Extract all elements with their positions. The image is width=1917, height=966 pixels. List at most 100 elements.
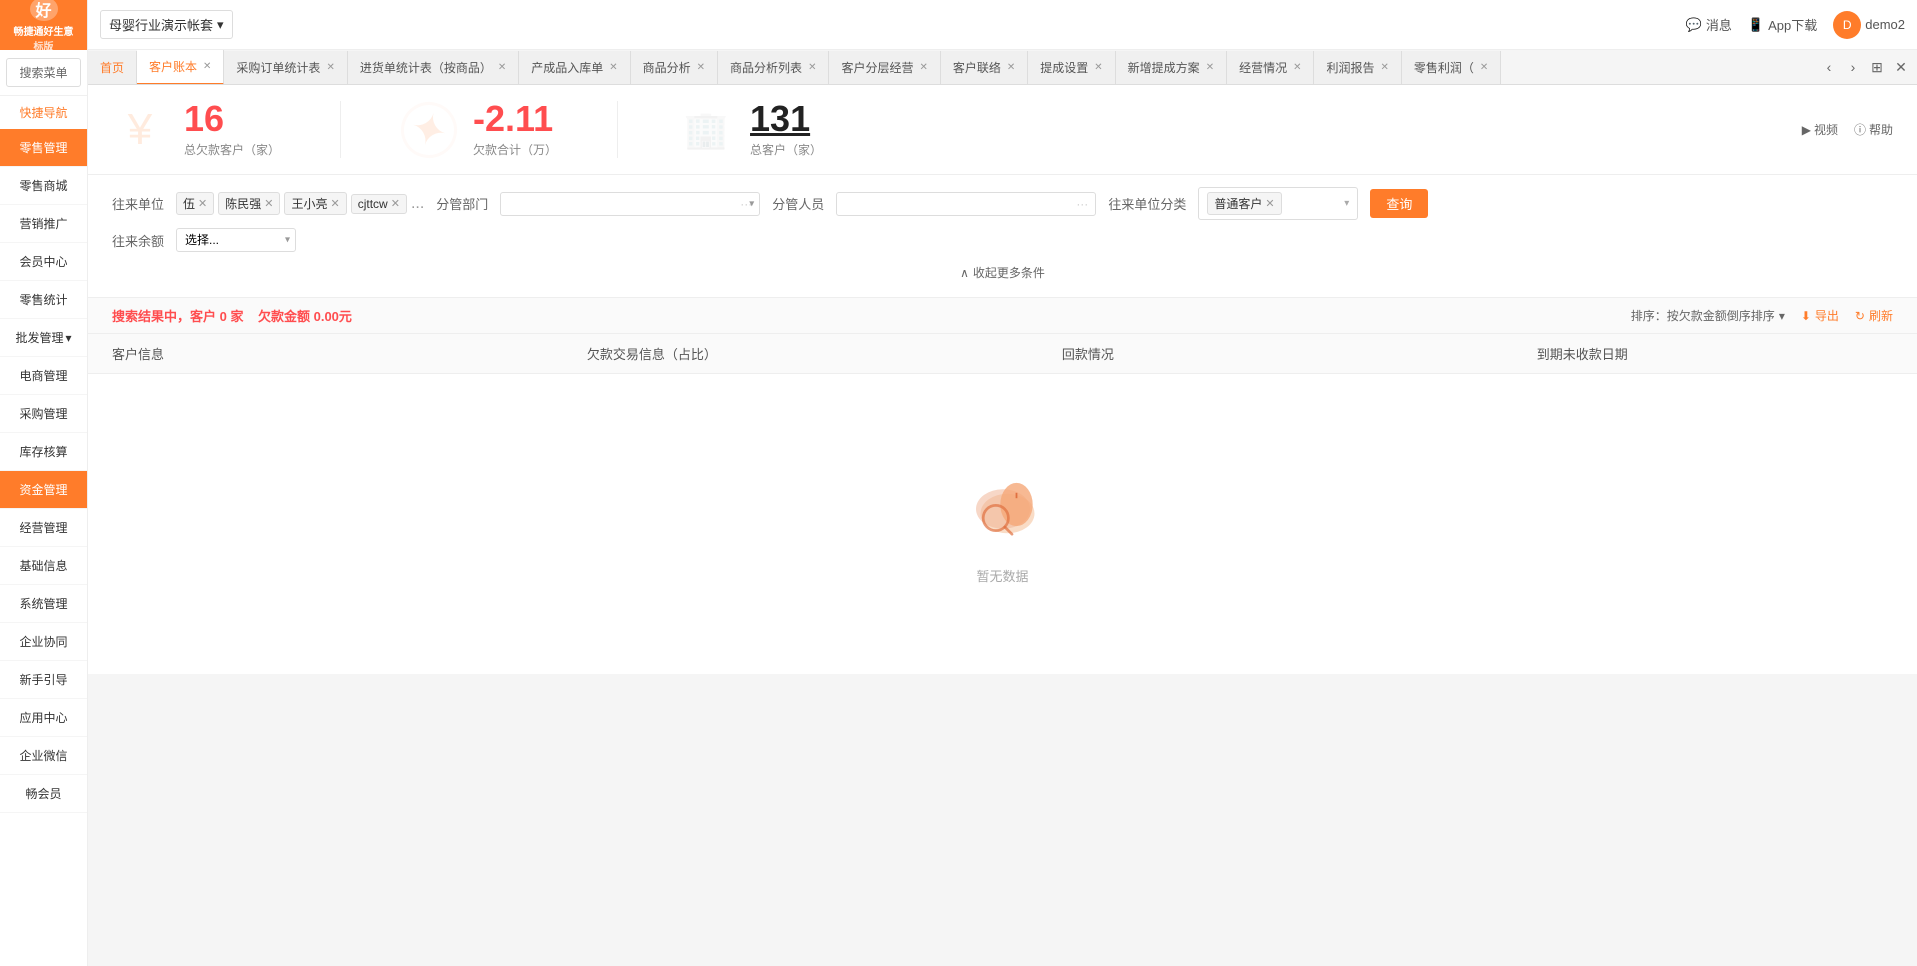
filter-tag-remove-2[interactable]: ✕	[331, 197, 340, 210]
tab-scroll-right-button[interactable]: ›	[1843, 57, 1863, 77]
tab-promo-settings[interactable]: 提成设置 ✕	[1028, 51, 1115, 84]
tab-scroll-left-button[interactable]: ‹	[1819, 57, 1839, 77]
sidebar-item-retail-stats[interactable]: 零售统计	[0, 281, 87, 319]
workspace-selector[interactable]: 母婴行业演示帐套 ▾	[100, 10, 233, 39]
collapse-label: 收起更多条件	[973, 264, 1045, 281]
tab-home[interactable]: 首页	[88, 51, 137, 84]
tab-close-icon[interactable]: ✕	[1206, 62, 1214, 73]
export-button[interactable]: ⬇ 导出	[1801, 307, 1839, 324]
tab-expand-button[interactable]: ⊞	[1867, 57, 1887, 77]
filter-dept-input[interactable]	[500, 192, 760, 216]
tab-close-icon[interactable]: ✕	[1007, 62, 1015, 73]
filter-category-tag-remove[interactable]: ✕	[1265, 197, 1274, 210]
sidebar-item-operations[interactable]: 经营管理	[0, 509, 87, 547]
results-count: 0	[220, 309, 227, 324]
stat-clients-values: 131 总客户（家）	[750, 101, 822, 158]
filter-tag-unit-1: 陈民强 ✕	[218, 192, 280, 215]
stat-total-clients: 🏢 131 总客户（家）	[678, 101, 822, 158]
tab-customer-contact[interactable]: 客户联络 ✕	[941, 51, 1028, 84]
sidebar-item-retail-mall[interactable]: 零售商城	[0, 167, 87, 205]
tab-new-promo-plan-label: 新增提成方案	[1128, 59, 1200, 76]
filter-tag-unit-3: cjttcw ✕	[351, 194, 407, 214]
filter-category-chevron: ▾	[1344, 198, 1349, 209]
tab-close-icon[interactable]: ✕	[203, 61, 211, 72]
logo-icon: 好	[30, 0, 58, 21]
stat-debt-label: 欠款合计（万）	[473, 141, 557, 158]
filter-tag-remove-0[interactable]: ✕	[198, 197, 207, 210]
tab-customer-segment[interactable]: 客户分层经营 ✕	[829, 51, 940, 84]
filter-tag-remove-3[interactable]: ✕	[391, 197, 400, 210]
results-info: 搜索结果中，客户 0 家 欠款金额 0.00元	[112, 306, 352, 325]
filter-balance-select[interactable]: 选择...	[176, 228, 296, 252]
tab-retail-profit-label: 零售利润（	[1414, 59, 1474, 76]
sidebar-item-vip-member[interactable]: 畅会员	[0, 775, 87, 813]
tab-close-icon[interactable]: ✕	[697, 62, 705, 73]
tab-business-status[interactable]: 经营情况 ✕	[1227, 51, 1314, 84]
app-download-label: App下载	[1768, 15, 1817, 34]
download-icon: 📱	[1748, 17, 1764, 33]
sidebar-item-newbie-guide[interactable]: 新手引导	[0, 661, 87, 699]
filter-more-tags-button[interactable]: ...	[411, 195, 424, 213]
data-table: 客户信息 欠款交易信息（占比） 回款情况 到期未收款日期	[88, 334, 1917, 674]
sidebar-item-system[interactable]: 系统管理	[0, 585, 87, 623]
tab-instock-stats-label: 进货单统计表（按商品）	[360, 59, 492, 76]
sidebar-item-enterprise-coop[interactable]: 企业协同	[0, 623, 87, 661]
query-button[interactable]: 查询	[1370, 189, 1428, 218]
tab-close-all-button[interactable]: ✕	[1891, 57, 1911, 77]
tab-close-icon[interactable]: ✕	[1293, 62, 1301, 73]
filter-tag-remove-1[interactable]: ✕	[264, 197, 273, 210]
sidebar-item-ecommerce[interactable]: 电商管理	[0, 357, 87, 395]
results-unit: 家	[231, 309, 244, 324]
refresh-button[interactable]: ↻ 刷新	[1855, 307, 1893, 324]
sidebar-item-app-center[interactable]: 应用中心	[0, 699, 87, 737]
tab-close-icon[interactable]: ✕	[1381, 62, 1389, 73]
tab-close-icon[interactable]: ✕	[326, 62, 334, 73]
results-prefix: 搜索结果中，客户	[112, 309, 216, 324]
video-button[interactable]: ▶ 视频	[1802, 121, 1838, 138]
help-button[interactable]: ⓘ 帮助	[1854, 121, 1893, 138]
tab-profit-report[interactable]: 利润报告 ✕	[1314, 51, 1401, 84]
user-profile[interactable]: D demo2	[1833, 11, 1905, 39]
tab-product-analysis-list[interactable]: 商品分析列表 ✕	[718, 51, 829, 84]
filter-unit-tags: 伍 ✕ 陈民强 ✕ 王小亮 ✕ cjttcw ✕ ...	[176, 192, 424, 215]
sidebar-item-inventory[interactable]: 库存核算	[0, 433, 87, 471]
sidebar-item-wholesale[interactable]: 批发管理 ▾	[0, 319, 87, 357]
tab-close-icon[interactable]: ✕	[808, 62, 816, 73]
sidebar-item-purchase[interactable]: 采购管理	[0, 395, 87, 433]
empty-text: 暂无数据	[976, 566, 1028, 585]
sidebar-item-retail[interactable]: 零售管理	[0, 129, 87, 167]
sidebar-item-marketing[interactable]: 营销推广	[0, 205, 87, 243]
collapse-up-icon: ∧	[960, 266, 969, 280]
tab-instock-stats[interactable]: 进货单统计表（按商品） ✕	[348, 51, 519, 84]
tab-product-instock[interactable]: 产成品入库单 ✕	[519, 51, 630, 84]
sidebar-item-member-center[interactable]: 会员中心	[0, 243, 87, 281]
app-download-button[interactable]: 📱 App下载	[1748, 15, 1817, 34]
tab-close-icon[interactable]: ✕	[609, 62, 617, 73]
tab-retail-profit[interactable]: 零售利润（ ✕	[1402, 51, 1501, 84]
tab-new-promo-plan[interactable]: 新增提成方案 ✕	[1116, 51, 1227, 84]
messages-button[interactable]: 💬 消息	[1686, 15, 1732, 34]
tab-purchase-order[interactable]: 采购订单统计表 ✕	[224, 51, 347, 84]
search-menu-button[interactable]: 搜索菜单	[6, 58, 81, 87]
filter-person-wrap: ···	[836, 192, 1096, 216]
tab-close-icon[interactable]: ✕	[1094, 62, 1102, 73]
quick-nav-item[interactable]: 快捷导航	[0, 96, 87, 129]
sort-label: 排序：按欠款金额倒序排序 ▾	[1631, 307, 1785, 324]
help-icon: ⓘ	[1854, 121, 1866, 138]
tab-close-icon[interactable]: ✕	[919, 62, 927, 73]
tab-product-analysis[interactable]: 商品分析 ✕	[631, 51, 718, 84]
collapse-button[interactable]: ∧ 收起更多条件	[948, 260, 1057, 285]
filter-dept-wrap: ···	[500, 192, 760, 216]
sidebar-item-finance[interactable]: 资金管理	[0, 471, 87, 509]
tab-close-icon[interactable]: ✕	[498, 62, 506, 73]
filter-category-field[interactable]: 普通客户 ✕ ▾	[1198, 187, 1358, 220]
sidebar-item-basic-info[interactable]: 基础信息	[0, 547, 87, 585]
results-debt-value: 0.00元	[314, 309, 352, 324]
refresh-icon: ↻	[1855, 309, 1865, 323]
filter-category-tag: 普通客户 ✕	[1207, 192, 1281, 215]
filter-person-input[interactable]	[836, 192, 1096, 216]
sidebar-item-enterprise-wechat[interactable]: 企业微信	[0, 737, 87, 775]
stat-customers-values: 16 总欠款客户（家）	[184, 101, 280, 158]
tab-customer-cost[interactable]: 客户账本 ✕	[137, 50, 224, 85]
tab-close-icon[interactable]: ✕	[1480, 62, 1488, 73]
